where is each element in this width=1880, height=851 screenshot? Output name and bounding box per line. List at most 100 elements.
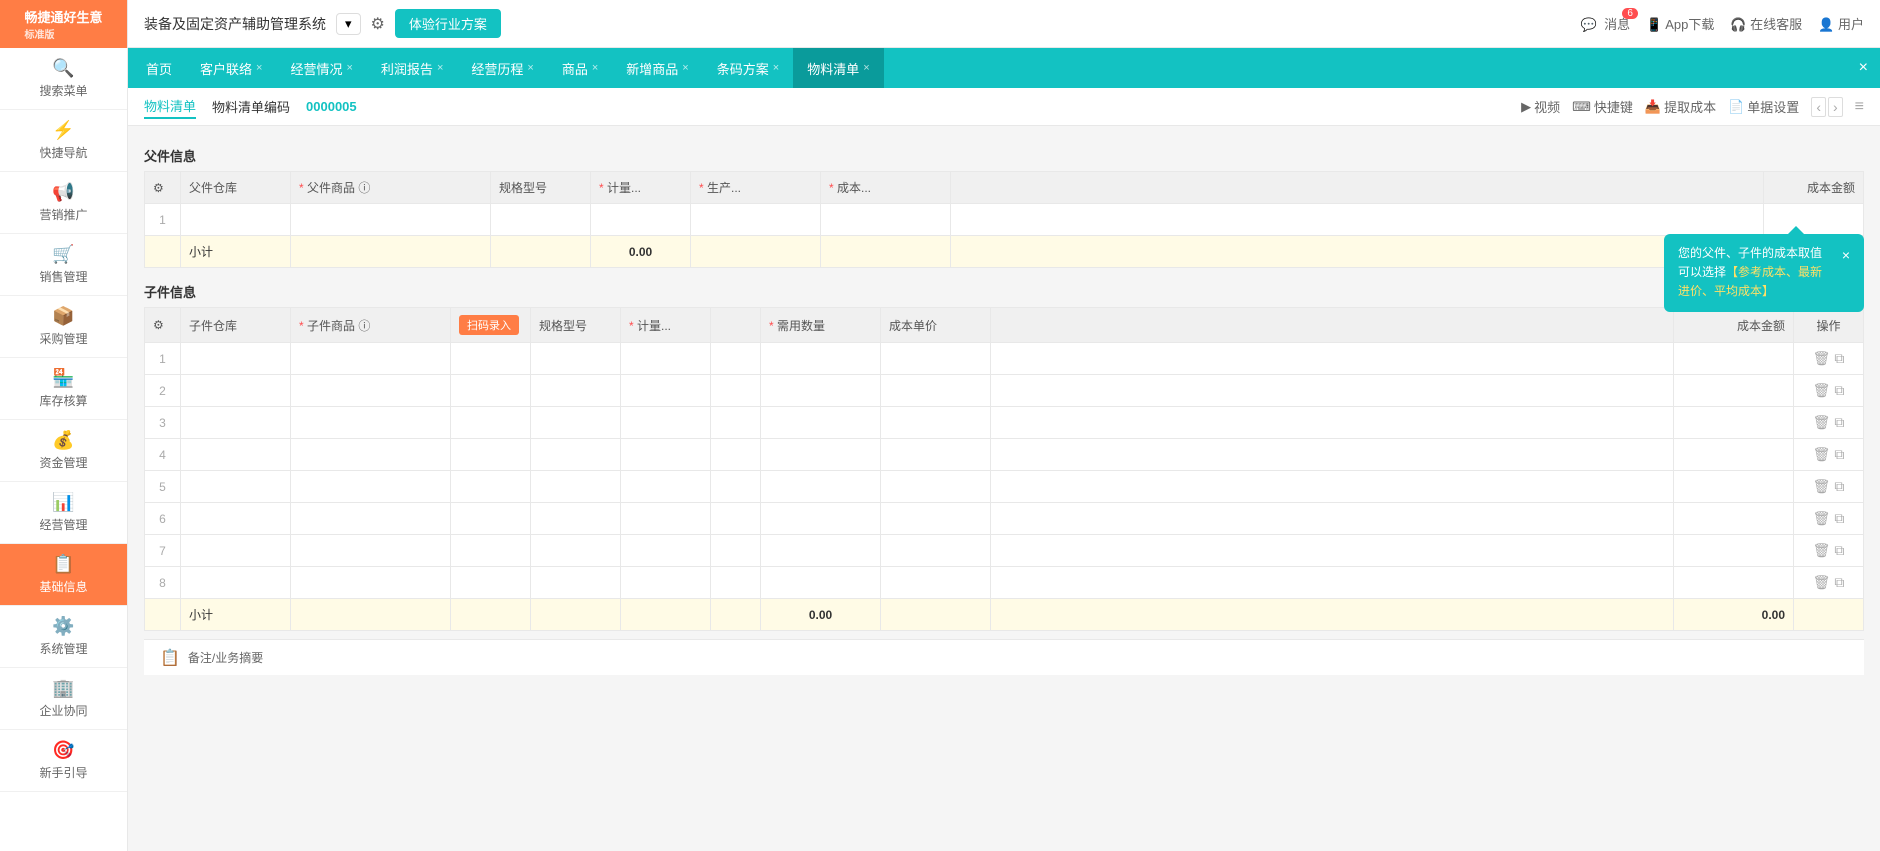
- app-download-button[interactable]: 📱 App下载: [1646, 14, 1714, 33]
- close-all-tabs[interactable]: ×: [1851, 59, 1876, 77]
- child-spec-cell[interactable]: [531, 439, 621, 471]
- child-qty-cell[interactable]: [761, 503, 881, 535]
- child-unit-cell[interactable]: [621, 407, 711, 439]
- child-product-cell[interactable]: [291, 567, 451, 599]
- parent-product-cell[interactable]: [291, 204, 491, 236]
- tab-new-product[interactable]: 新增商品 ×: [612, 48, 702, 88]
- user-button[interactable]: 👤 用户: [1818, 14, 1864, 33]
- child-qty-cell[interactable]: [761, 567, 881, 599]
- sidebar-item-marketing[interactable]: 📢 营销推广: [0, 172, 127, 234]
- child-warehouse-cell[interactable]: [181, 567, 291, 599]
- child-warehouse-cell[interactable]: [181, 375, 291, 407]
- child-spec-cell[interactable]: [531, 503, 621, 535]
- scan-btn[interactable]: 扫码录入: [459, 315, 519, 335]
- delete-icon[interactable]: 🗑: [1813, 414, 1831, 431]
- sidebar-item-enterprise[interactable]: 🏢 企业协同: [0, 668, 127, 730]
- delete-icon[interactable]: 🗑: [1813, 382, 1831, 399]
- child-unit-price-cell[interactable]: [881, 407, 991, 439]
- child-unit-cell[interactable]: [621, 343, 711, 375]
- sidebar-item-search[interactable]: 🔍 搜索菜单: [0, 48, 127, 110]
- sidebar-item-operation[interactable]: 📊 经营管理: [0, 482, 127, 544]
- child-warehouse-cell[interactable]: [181, 407, 291, 439]
- th-child-scan[interactable]: 扫码录入: [451, 308, 531, 343]
- tab-operation-status-close[interactable]: ×: [346, 62, 352, 74]
- child-spec-cell[interactable]: [531, 407, 621, 439]
- sub-tab-bom-list[interactable]: 物料清单: [144, 94, 196, 119]
- delete-icon[interactable]: 🗑: [1813, 574, 1831, 591]
- child-spec-cell[interactable]: [531, 375, 621, 407]
- child-qty-cell[interactable]: [761, 375, 881, 407]
- copy-icon[interactable]: ⧉: [1834, 414, 1844, 431]
- child-qty-cell[interactable]: [761, 535, 881, 567]
- parent-cost-cell[interactable]: [821, 204, 951, 236]
- tab-product[interactable]: 商品 ×: [548, 48, 612, 88]
- delete-icon[interactable]: 🗑: [1813, 510, 1831, 527]
- child-unit-cell[interactable]: [621, 375, 711, 407]
- copy-icon[interactable]: ⧉: [1834, 382, 1844, 399]
- sidebar-item-sales[interactable]: 🛒 销售管理: [0, 234, 127, 296]
- remark-text[interactable]: 备注/业务摘要: [188, 649, 263, 666]
- child-unit-cell[interactable]: [621, 535, 711, 567]
- th-parent-gear[interactable]: ⚙: [145, 172, 181, 204]
- tab-history-close[interactable]: ×: [527, 62, 533, 74]
- extract-cost-button[interactable]: 📥 提取成本: [1645, 97, 1716, 116]
- sidebar-item-quick-nav[interactable]: ⚡ 快捷导航: [0, 110, 127, 172]
- copy-icon[interactable]: ⧉: [1834, 478, 1844, 495]
- tab-operation-status[interactable]: 经营情况 ×: [276, 48, 366, 88]
- copy-icon[interactable]: ⧉: [1834, 350, 1844, 367]
- child-spec-cell[interactable]: [531, 343, 621, 375]
- child-spec-cell[interactable]: [531, 471, 621, 503]
- child-warehouse-cell[interactable]: [181, 471, 291, 503]
- child-product-cell[interactable]: [291, 471, 451, 503]
- video-button[interactable]: ▶ 视频: [1521, 97, 1560, 116]
- copy-icon[interactable]: ⧉: [1834, 542, 1844, 559]
- sidebar-item-purchase[interactable]: 📦 采购管理: [0, 296, 127, 358]
- child-unit-price-cell[interactable]: [881, 343, 991, 375]
- child-warehouse-cell[interactable]: [181, 503, 291, 535]
- nav-prev[interactable]: ‹: [1811, 97, 1826, 117]
- message-button[interactable]: 💬 6 消息: [1581, 14, 1630, 33]
- tab-product-close[interactable]: ×: [592, 62, 598, 74]
- delete-icon[interactable]: 🗑: [1813, 542, 1831, 559]
- tab-customers-close[interactable]: ×: [256, 62, 262, 74]
- copy-icon[interactable]: ⧉: [1834, 446, 1844, 463]
- sidebar-item-basic-info[interactable]: 📋 基础信息: [0, 544, 127, 606]
- child-unit-cell[interactable]: [621, 567, 711, 599]
- sidebar-item-guide[interactable]: 🎯 新手引导: [0, 730, 127, 792]
- child-qty-cell[interactable]: [761, 439, 881, 471]
- child-unit-price-cell[interactable]: [881, 535, 991, 567]
- sidebar-item-inventory[interactable]: 🏪 库存核算: [0, 358, 127, 420]
- tab-new-product-close[interactable]: ×: [682, 62, 688, 74]
- child-unit-cell[interactable]: [621, 439, 711, 471]
- child-qty-cell[interactable]: [761, 407, 881, 439]
- copy-icon[interactable]: ⧉: [1834, 510, 1844, 527]
- child-unit-price-cell[interactable]: [881, 439, 991, 471]
- child-product-cell[interactable]: [291, 503, 451, 535]
- child-product-cell[interactable]: [291, 343, 451, 375]
- delete-icon[interactable]: 🗑: [1813, 350, 1831, 367]
- child-warehouse-cell[interactable]: [181, 535, 291, 567]
- parent-spec-cell[interactable]: [491, 204, 591, 236]
- child-spec-cell[interactable]: [531, 567, 621, 599]
- doc-settings-button[interactable]: 📄 单据设置: [1728, 97, 1799, 116]
- shortcut-button[interactable]: ⌨ 快捷键: [1572, 97, 1633, 116]
- child-product-cell[interactable]: [291, 407, 451, 439]
- sidebar-item-system[interactable]: ⚙️ 系统管理: [0, 606, 127, 668]
- tab-bom-close[interactable]: ×: [863, 62, 869, 74]
- child-product-cell[interactable]: [291, 375, 451, 407]
- child-qty-cell[interactable]: [761, 471, 881, 503]
- tab-history[interactable]: 经营历程 ×: [457, 48, 547, 88]
- child-product-cell[interactable]: [291, 535, 451, 567]
- tab-barcode-close[interactable]: ×: [773, 62, 779, 74]
- th-child-gear[interactable]: ⚙: [145, 308, 181, 343]
- parent-production-cell[interactable]: [691, 204, 821, 236]
- online-service-button[interactable]: 🎧 在线客服: [1730, 14, 1802, 33]
- child-unit-cell[interactable]: [621, 471, 711, 503]
- child-warehouse-cell[interactable]: [181, 439, 291, 471]
- tab-profit[interactable]: 利润报告 ×: [367, 48, 457, 88]
- view-toggle[interactable]: ≡: [1855, 98, 1864, 116]
- system-select[interactable]: ▾: [336, 13, 361, 35]
- child-unit-price-cell[interactable]: [881, 471, 991, 503]
- trial-button[interactable]: 体验行业方案: [395, 9, 501, 38]
- tab-home[interactable]: 首页: [132, 48, 186, 88]
